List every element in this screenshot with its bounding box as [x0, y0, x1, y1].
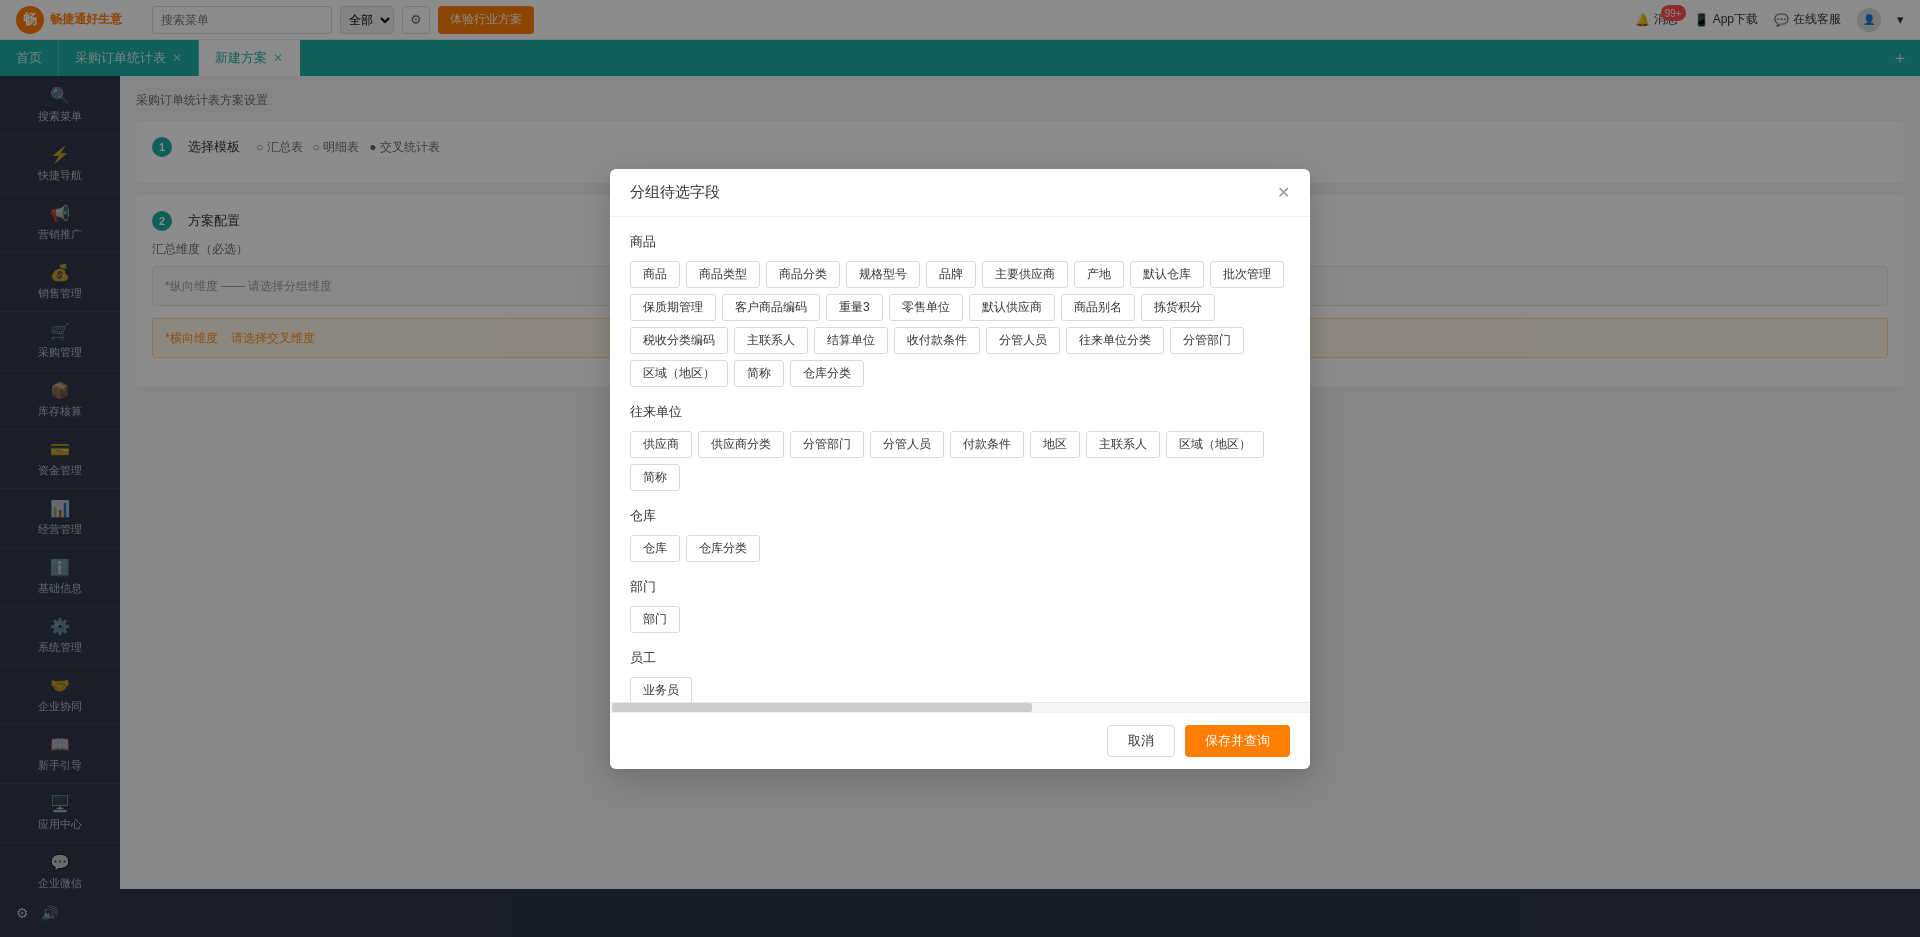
modal-footer: 取消 保存并查询 [610, 712, 1310, 769]
field-tag-contacts-0[interactable]: 供应商 [630, 431, 692, 458]
field-tag-contacts-2[interactable]: 分管部门 [790, 431, 864, 458]
field-tag-warehouse-1[interactable]: 仓库分类 [686, 535, 760, 562]
section-employee: 员工 业务员 [630, 649, 1290, 702]
field-tag-product-7[interactable]: 默认仓库 [1130, 261, 1204, 288]
section-employee-title: 员工 [630, 649, 1290, 667]
section-warehouse-title: 仓库 [630, 507, 1290, 525]
field-tag-product-23[interactable]: 区域（地区） [630, 360, 728, 387]
field-tag-contacts-6[interactable]: 主联系人 [1086, 431, 1160, 458]
section-contacts: 往来单位 供应商 供应商分类 分管部门 分管人员 付款条件 地区 主联系人 区域… [630, 403, 1290, 491]
field-tag-product-16[interactable]: 税收分类编码 [630, 327, 728, 354]
field-tag-product-6[interactable]: 产地 [1074, 261, 1124, 288]
confirm-button[interactable]: 保存并查询 [1185, 725, 1290, 757]
field-tag-product-21[interactable]: 往来单位分类 [1066, 327, 1164, 354]
field-tag-product-3[interactable]: 规格型号 [846, 261, 920, 288]
section-department-fields: 部门 [630, 606, 1290, 633]
field-tag-product-13[interactable]: 默认供应商 [969, 294, 1055, 321]
field-tag-contacts-1[interactable]: 供应商分类 [698, 431, 784, 458]
field-tag-contacts-8[interactable]: 简称 [630, 464, 680, 491]
modal-title: 分组待选字段 [630, 183, 720, 202]
section-department: 部门 部门 [630, 578, 1290, 633]
section-product-fields: 商品 商品类型 商品分类 规格型号 品牌 主要供应商 产地 默认仓库 批次管理 … [630, 261, 1290, 387]
field-tag-product-19[interactable]: 收付款条件 [894, 327, 980, 354]
section-warehouse: 仓库 仓库 仓库分类 [630, 507, 1290, 562]
field-tag-product-20[interactable]: 分管人员 [986, 327, 1060, 354]
modal-overlay: 分组待选字段 ✕ 商品 商品 商品类型 商品分类 规格型号 品牌 主要供应商 产… [0, 0, 1920, 937]
field-tag-product-10[interactable]: 客户商品编码 [722, 294, 820, 321]
field-tag-contacts-4[interactable]: 付款条件 [950, 431, 1024, 458]
section-employee-fields: 业务员 [630, 677, 1290, 702]
modal-close-button[interactable]: ✕ [1277, 183, 1290, 202]
field-tag-product-12[interactable]: 零售单位 [889, 294, 963, 321]
section-warehouse-fields: 仓库 仓库分类 [630, 535, 1290, 562]
field-tag-product-0[interactable]: 商品 [630, 261, 680, 288]
field-tag-product-1[interactable]: 商品类型 [686, 261, 760, 288]
field-tag-product-5[interactable]: 主要供应商 [982, 261, 1068, 288]
field-tag-product-11[interactable]: 重量3 [826, 294, 883, 321]
field-tag-emp-0[interactable]: 业务员 [630, 677, 692, 702]
field-tag-product-17[interactable]: 主联系人 [734, 327, 808, 354]
field-tag-product-22[interactable]: 分管部门 [1170, 327, 1244, 354]
field-tag-dept-0[interactable]: 部门 [630, 606, 680, 633]
modal-body: 商品 商品 商品类型 商品分类 规格型号 品牌 主要供应商 产地 默认仓库 批次… [610, 217, 1310, 702]
field-tag-contacts-5[interactable]: 地区 [1030, 431, 1080, 458]
field-tag-contacts-7[interactable]: 区域（地区） [1166, 431, 1264, 458]
field-tag-product-4[interactable]: 品牌 [926, 261, 976, 288]
field-tag-product-9[interactable]: 保质期管理 [630, 294, 716, 321]
section-department-title: 部门 [630, 578, 1290, 596]
field-tag-product-8[interactable]: 批次管理 [1210, 261, 1284, 288]
field-tag-product-18[interactable]: 结算单位 [814, 327, 888, 354]
modal-horizontal-scrollbar[interactable] [610, 702, 1310, 712]
section-contacts-title: 往来单位 [630, 403, 1290, 421]
section-product: 商品 商品 商品类型 商品分类 规格型号 品牌 主要供应商 产地 默认仓库 批次… [630, 233, 1290, 387]
cancel-button[interactable]: 取消 [1107, 725, 1175, 757]
field-tag-warehouse-0[interactable]: 仓库 [630, 535, 680, 562]
field-tag-product-25[interactable]: 仓库分类 [790, 360, 864, 387]
section-product-title: 商品 [630, 233, 1290, 251]
field-tag-product-14[interactable]: 商品别名 [1061, 294, 1135, 321]
modal-dialog: 分组待选字段 ✕ 商品 商品 商品类型 商品分类 规格型号 品牌 主要供应商 产… [610, 169, 1310, 769]
modal-header: 分组待选字段 ✕ [610, 169, 1310, 217]
section-contacts-fields: 供应商 供应商分类 分管部门 分管人员 付款条件 地区 主联系人 区域（地区） … [630, 431, 1290, 491]
field-tag-contacts-3[interactable]: 分管人员 [870, 431, 944, 458]
field-tag-product-24[interactable]: 简称 [734, 360, 784, 387]
field-tag-product-2[interactable]: 商品分类 [766, 261, 840, 288]
field-tag-product-15[interactable]: 拣货积分 [1141, 294, 1215, 321]
